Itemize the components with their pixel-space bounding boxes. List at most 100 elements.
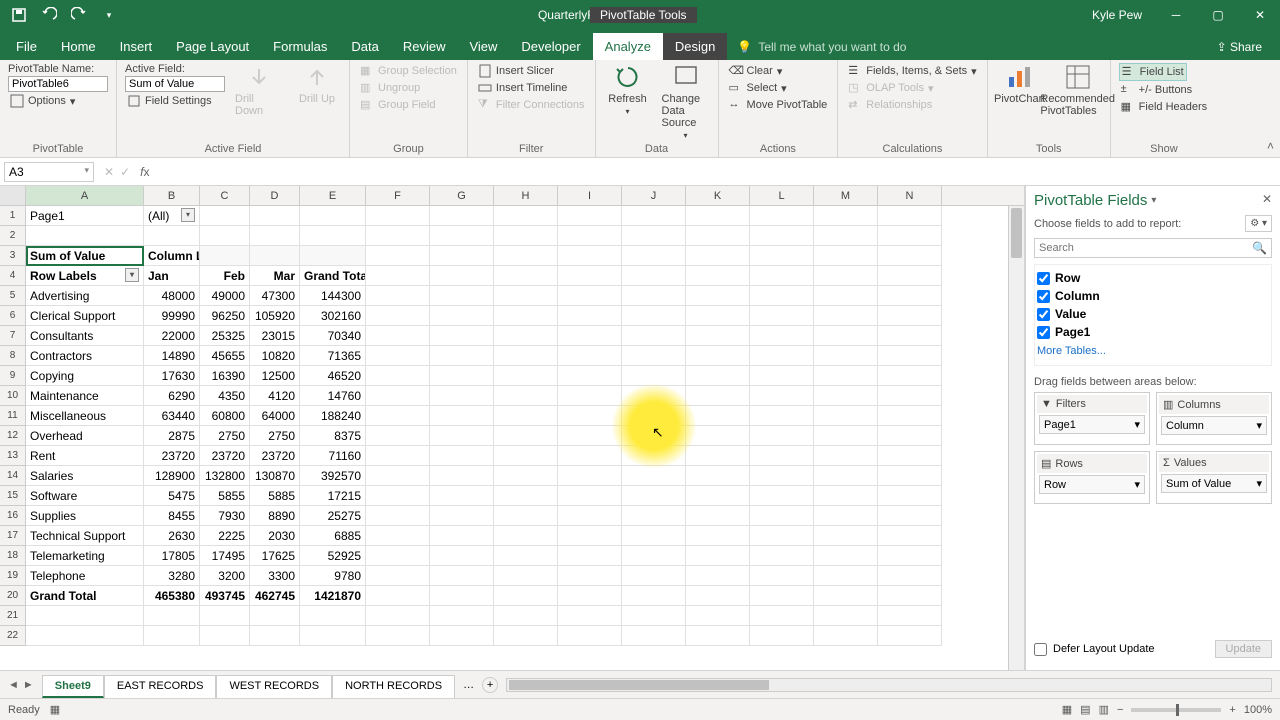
cell[interactable] [200, 626, 250, 646]
select-button[interactable]: ▭Select ▾ [727, 80, 789, 96]
cell[interactable] [366, 346, 430, 366]
cell[interactable] [686, 566, 750, 586]
cell[interactable] [558, 426, 622, 446]
cell[interactable] [430, 306, 494, 326]
cell[interactable] [494, 366, 558, 386]
cell[interactable]: 17495 [200, 546, 250, 566]
field-checkbox[interactable] [1037, 308, 1050, 321]
tell-me-input[interactable]: 💡Tell me what you want to do [727, 34, 1202, 60]
cell[interactable]: 14760 [300, 386, 366, 406]
cell[interactable] [878, 586, 942, 606]
cell[interactable]: 105920 [250, 306, 300, 326]
cell[interactable] [622, 366, 686, 386]
cell[interactable] [366, 446, 430, 466]
cell[interactable]: 188240 [300, 406, 366, 426]
cell[interactable] [814, 526, 878, 546]
cell[interactable]: 17630 [144, 366, 200, 386]
cell[interactable] [750, 266, 814, 286]
cell[interactable] [430, 266, 494, 286]
cell[interactable]: 5885 [250, 486, 300, 506]
cell[interactable] [686, 466, 750, 486]
row-header[interactable]: 19 [0, 566, 26, 586]
cell[interactable] [622, 486, 686, 506]
column-chip[interactable]: Column▾ [1161, 416, 1267, 435]
field-checkbox[interactable] [1037, 326, 1050, 339]
minimize-button[interactable]: ─ [1156, 0, 1196, 30]
cell[interactable] [430, 346, 494, 366]
field-check-page1[interactable]: Page1 [1037, 323, 1269, 341]
sheet-tab[interactable]: NORTH RECORDS [332, 675, 455, 698]
cell[interactable] [430, 506, 494, 526]
cell[interactable] [622, 466, 686, 486]
clear-button[interactable]: ⌫Clear ▾ [727, 63, 785, 79]
cell[interactable]: 2225 [200, 526, 250, 546]
cell[interactable] [750, 586, 814, 606]
cell[interactable] [878, 546, 942, 566]
cell[interactable] [686, 406, 750, 426]
cell[interactable] [430, 566, 494, 586]
zoom-slider[interactable] [1131, 708, 1221, 712]
cell[interactable] [686, 346, 750, 366]
cell[interactable] [878, 246, 942, 266]
cell[interactable] [878, 386, 942, 406]
cell[interactable] [878, 226, 942, 246]
col-header-M[interactable]: M [814, 186, 878, 205]
cell[interactable] [494, 246, 558, 266]
plus-minus-buttons-toggle[interactable]: ±+/- Buttons [1119, 82, 1195, 98]
cell[interactable]: Copying [26, 366, 144, 386]
cell[interactable] [200, 206, 250, 226]
cell[interactable]: 8455 [144, 506, 200, 526]
cell[interactable] [250, 606, 300, 626]
field-list-toggle[interactable]: ☰Field List [1119, 63, 1187, 81]
cell[interactable] [200, 226, 250, 246]
cell[interactable] [494, 466, 558, 486]
cell[interactable] [750, 566, 814, 586]
cell[interactable]: 1421870 [300, 586, 366, 606]
cell[interactable]: Grand Total [300, 266, 366, 286]
cell[interactable] [622, 626, 686, 646]
field-checkbox[interactable] [1037, 272, 1050, 285]
row-header[interactable]: 6 [0, 306, 26, 326]
cell[interactable] [494, 266, 558, 286]
cell[interactable] [366, 246, 430, 266]
cell[interactable]: 47300 [250, 286, 300, 306]
cell[interactable] [622, 446, 686, 466]
cell[interactable] [558, 586, 622, 606]
cell[interactable]: 45655 [200, 346, 250, 366]
cell[interactable] [366, 426, 430, 446]
cell[interactable]: 8890 [250, 506, 300, 526]
field-check-column[interactable]: Column [1037, 287, 1269, 305]
cell[interactable]: 6290 [144, 386, 200, 406]
cell[interactable]: Salaries [26, 466, 144, 486]
cell[interactable] [686, 486, 750, 506]
cell[interactable]: Clerical Support [26, 306, 144, 326]
cell[interactable]: Consultants [26, 326, 144, 346]
redo-icon[interactable] [68, 4, 90, 26]
cell[interactable] [878, 406, 942, 426]
cell[interactable] [686, 286, 750, 306]
cell[interactable] [750, 326, 814, 346]
cell[interactable]: 465380 [144, 586, 200, 606]
cell[interactable] [622, 386, 686, 406]
cell[interactable]: 128900 [144, 466, 200, 486]
cell[interactable] [494, 626, 558, 646]
cell[interactable]: Overhead [26, 426, 144, 446]
cell[interactable]: 71160 [300, 446, 366, 466]
value-chip[interactable]: Sum of Value▾ [1161, 474, 1267, 493]
cell[interactable] [558, 546, 622, 566]
close-button[interactable]: ✕ [1240, 0, 1280, 30]
cell[interactable] [430, 326, 494, 346]
cell[interactable]: 71365 [300, 346, 366, 366]
cell[interactable] [558, 246, 622, 266]
tab-insert[interactable]: Insert [108, 33, 165, 60]
cell[interactable] [558, 326, 622, 346]
move-pivottable-button[interactable]: ↔Move PivotTable [727, 97, 830, 113]
row-header[interactable]: 21 [0, 606, 26, 626]
cell[interactable] [686, 306, 750, 326]
cell[interactable] [814, 406, 878, 426]
cell[interactable]: 12500 [250, 366, 300, 386]
cell[interactable] [814, 326, 878, 346]
cell[interactable] [622, 566, 686, 586]
cell[interactable] [558, 406, 622, 426]
sheet-tab[interactable]: Sheet9 [42, 675, 104, 698]
